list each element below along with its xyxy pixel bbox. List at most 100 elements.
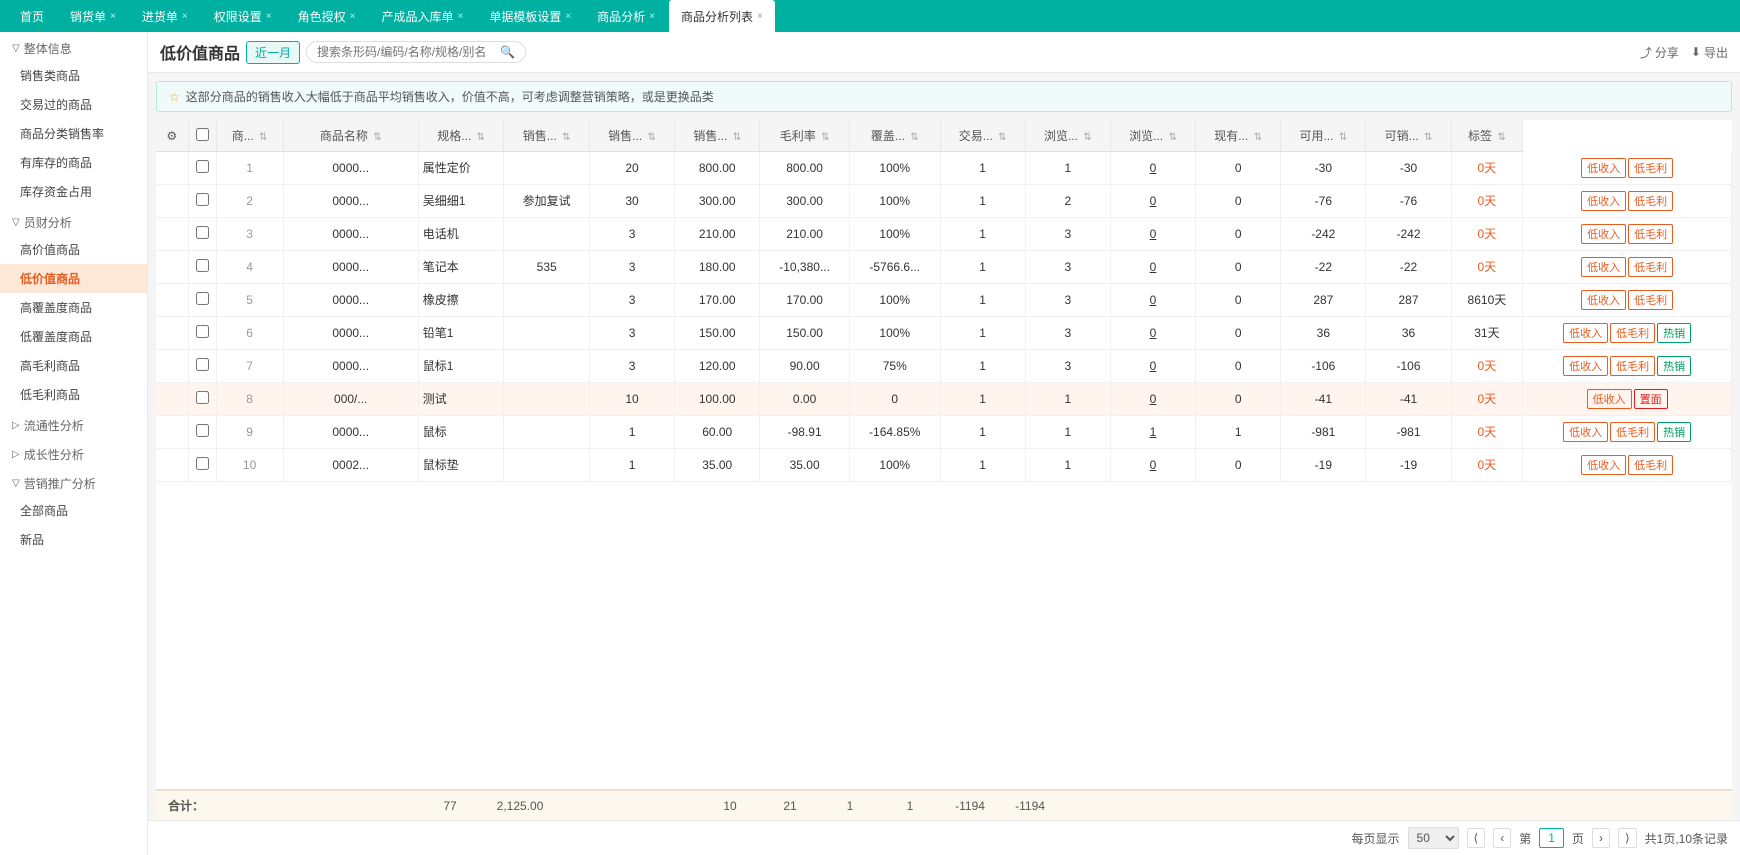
row-checkbox[interactable] [196,391,209,404]
sidebar-group-finance[interactable]: ▽ 员财分析 [0,206,147,235]
table-container[interactable]: ⚙ 商... ⇅ 商品名称 ⇅ 规格... ⇅ 销售... ⇅ 销售... ⇅ … [156,120,1732,789]
browse1-cell[interactable]: 0 [1110,448,1195,481]
nav-home[interactable]: 首页 [8,0,56,32]
close-icon[interactable]: × [350,11,356,22]
sidebar-item-low-margin[interactable]: 低毛利商品 [0,380,147,409]
select-all-checkbox[interactable] [196,128,209,141]
checkbox-cell[interactable] [188,349,216,382]
checkbox-cell[interactable] [188,283,216,316]
browse-link[interactable]: 0 [1150,194,1157,208]
checkbox-cell[interactable] [188,382,216,415]
browse-link[interactable]: 1 [1150,425,1157,439]
col-coverage[interactable]: 覆盖... ⇅ [849,120,940,152]
col-sellable[interactable]: 可销... ⇅ [1366,120,1451,152]
sidebar-item-high-coverage[interactable]: 高覆盖度商品 [0,293,147,322]
sidebar-item-all-goods[interactable]: 全部商品 [0,496,147,525]
checkbox-cell[interactable] [188,217,216,250]
sidebar-item-sales-goods[interactable]: 销售类商品 [0,61,147,90]
browse-link[interactable]: 0 [1150,161,1157,175]
nav-template[interactable]: 单据模板设置 × [477,0,583,32]
browse1-cell[interactable]: 0 [1110,184,1195,217]
sidebar-group-circulation[interactable]: ▷ 流通性分析 [0,409,147,438]
browse-link[interactable]: 0 [1150,458,1157,472]
sidebar-group-growth[interactable]: ▷ 成长性分析 [0,438,147,467]
checkbox-cell[interactable] [188,415,216,448]
sidebar-group-marketing[interactable]: ▽ 营销推广分析 [0,467,147,496]
col-trade[interactable]: 交易... ⇅ [940,120,1025,152]
row-checkbox[interactable] [196,193,209,206]
search-input[interactable] [317,45,496,59]
browse-link[interactable]: 0 [1150,392,1157,406]
col-code[interactable]: 商... ⇅ [216,120,283,152]
browse1-cell[interactable]: 0 [1110,217,1195,250]
browse1-cell[interactable]: 0 [1110,152,1195,185]
close-icon[interactable]: × [649,11,655,22]
browse-link[interactable]: 0 [1150,326,1157,340]
checkbox-cell[interactable] [188,184,216,217]
col-spec[interactable]: 规格... ⇅ [418,120,504,152]
row-checkbox[interactable] [196,292,209,305]
browse-link[interactable]: 0 [1150,260,1157,274]
col-browse2[interactable]: 浏览... ⇅ [1110,120,1195,152]
row-checkbox[interactable] [196,358,209,371]
nav-analysis[interactable]: 商品分析 × [585,0,667,32]
sidebar-item-low-coverage[interactable]: 低覆盖度商品 [0,322,147,351]
checkbox-cell[interactable] [188,250,216,283]
sidebar-item-high-margin[interactable]: 高毛利商品 [0,351,147,380]
close-icon[interactable]: × [182,11,188,22]
browse1-cell[interactable]: 0 [1110,250,1195,283]
browse1-cell[interactable]: 1 [1110,415,1195,448]
checkbox-cell[interactable] [188,316,216,349]
browse1-cell[interactable]: 0 [1110,349,1195,382]
browse-link[interactable]: 0 [1150,227,1157,241]
browse1-cell[interactable]: 0 [1110,283,1195,316]
row-checkbox[interactable] [196,226,209,239]
sidebar-item-new-goods[interactable]: 新品 [0,525,147,554]
sidebar-item-traded-goods[interactable]: 交易过的商品 [0,90,147,119]
sidebar-group-overview[interactable]: ▽ 整体信息 [0,32,147,61]
first-page-button[interactable]: ⟨ [1467,828,1486,848]
col-sales1[interactable]: 销售... ⇅ [589,120,674,152]
next-page-button[interactable]: › [1592,828,1610,848]
col-margin[interactable]: 毛利率 ⇅ [760,120,850,152]
col-browse1[interactable]: 浏览... ⇅ [1025,120,1110,152]
row-checkbox[interactable] [196,325,209,338]
close-icon[interactable]: × [266,11,272,22]
nav-sales[interactable]: 销货单 × [58,0,128,32]
settings-col-header[interactable]: ⚙ [156,120,188,152]
row-checkbox[interactable] [196,424,209,437]
nav-permissions[interactable]: 权限设置 × [202,0,284,32]
sidebar-item-category-rate[interactable]: 商品分类销售率 [0,119,147,148]
browse-link[interactable]: 0 [1150,359,1157,373]
col-tags[interactable]: 标签 ⇅ [1451,120,1523,152]
col-name[interactable]: 商品名称 ⇅ [283,120,418,152]
nav-purchase[interactable]: 进货单 × [130,0,200,32]
row-checkbox[interactable] [196,160,209,173]
browse1-cell[interactable]: 0 [1110,316,1195,349]
close-icon[interactable]: × [110,11,116,22]
checkbox-col-header[interactable] [188,120,216,152]
filter-recent-month[interactable]: 近一月 [246,41,300,64]
page-size-select[interactable]: 50 100 [1408,827,1459,849]
nav-inventory[interactable]: 产成品入库单 × [369,0,475,32]
col-available[interactable]: 可用... ⇅ [1281,120,1366,152]
export-button[interactable]: ⬇ 导出 [1691,44,1728,61]
checkbox-cell[interactable] [188,448,216,481]
sidebar-item-stock-goods[interactable]: 有库存的商品 [0,148,147,177]
sidebar-item-stock-value[interactable]: 库存资金占用 [0,177,147,206]
prev-page-button[interactable]: ‹ [1493,828,1511,848]
sidebar-item-high-value[interactable]: 高价值商品 [0,235,147,264]
row-checkbox[interactable] [196,457,209,470]
close-icon[interactable]: × [565,11,571,22]
close-icon[interactable]: × [757,11,763,22]
last-page-button[interactable]: ⟩ [1618,828,1637,848]
share-button[interactable]: ⤴ 分享 [1640,44,1679,61]
nav-roles[interactable]: 角色授权 × [286,0,368,32]
sidebar-item-low-value[interactable]: 低价值商品 [0,264,147,293]
col-current[interactable]: 现有... ⇅ [1196,120,1281,152]
row-checkbox[interactable] [196,259,209,272]
col-sales2[interactable]: 销售... ⇅ [675,120,760,152]
col-qty[interactable]: 销售... ⇅ [504,120,590,152]
close-icon[interactable]: × [457,11,463,22]
checkbox-cell[interactable] [188,152,216,185]
